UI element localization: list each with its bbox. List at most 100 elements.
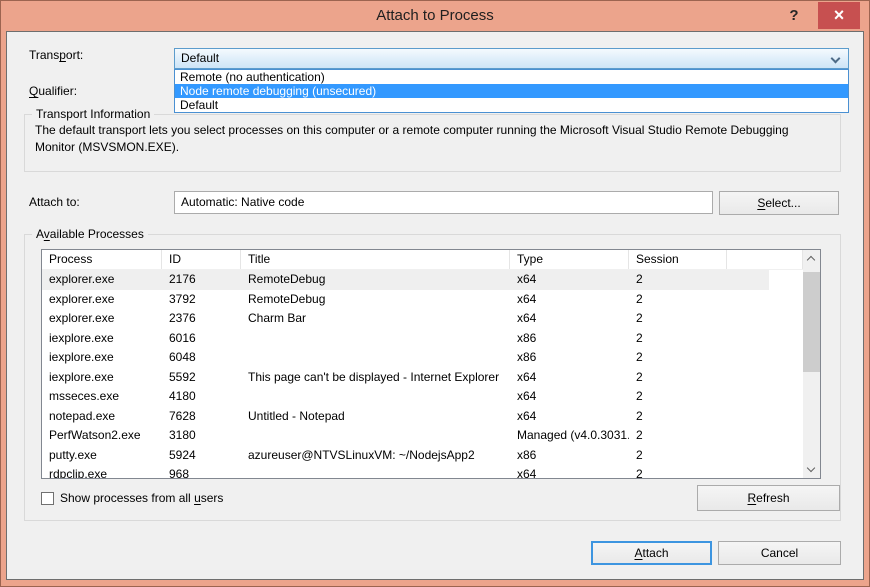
- cancel-button[interactable]: Cancel: [718, 541, 841, 565]
- refresh-button[interactable]: Refresh: [697, 485, 840, 511]
- attach-to-process-dialog: Attach to Process ? × Transport: Default…: [0, 0, 870, 587]
- dropdown-option[interactable]: Remote (no authentication): [175, 70, 848, 84]
- table-row[interactable]: notepad.exe7628Untitled - Notepadx642: [42, 407, 769, 427]
- cell-process: explorer.exe: [42, 290, 162, 309]
- cell-process: PerfWatson2.exe: [42, 426, 162, 445]
- process-table-header: ProcessIDTitleTypeSession: [42, 250, 803, 270]
- transport-information-group: Transport Information The default transp…: [24, 114, 841, 172]
- dialog-title: Attach to Process: [1, 1, 869, 31]
- cell-id: 968: [162, 465, 241, 478]
- cell-id: 6016: [162, 329, 241, 348]
- cell-process: iexplore.exe: [42, 348, 162, 367]
- help-button[interactable]: ?: [781, 1, 807, 30]
- table-row[interactable]: putty.exe5924azureuser@NTVSLinuxVM: ~/No…: [42, 446, 769, 466]
- cell-process: iexplore.exe: [42, 329, 162, 348]
- dropdown-option[interactable]: Default: [175, 98, 848, 112]
- cell-session: 2: [629, 348, 727, 367]
- cell-process: iexplore.exe: [42, 368, 162, 387]
- cell-session: 2: [629, 407, 727, 426]
- table-row[interactable]: rdpclip.exe968 x642: [42, 465, 769, 478]
- select-button[interactable]: Select...: [719, 191, 839, 215]
- cell-process: explorer.exe: [42, 309, 162, 328]
- scrollbar-thumb[interactable]: [803, 272, 820, 372]
- process-list: ProcessIDTitleTypeSession explorer.exe21…: [41, 249, 821, 479]
- cell-process: notepad.exe: [42, 407, 162, 426]
- dropdown-option[interactable]: Node remote debugging (unsecured): [175, 84, 848, 98]
- cell-type: x64: [510, 465, 629, 478]
- transport-combobox-value: Default: [181, 49, 219, 68]
- cell-id: 5924: [162, 446, 241, 465]
- cell-id: 6048: [162, 348, 241, 367]
- attach-to-label: Attach to:: [29, 195, 80, 209]
- cell-process: rdpclip.exe: [42, 465, 162, 478]
- table-row[interactable]: iexplore.exe6016 x862: [42, 329, 769, 349]
- chevron-down-icon: [831, 54, 841, 64]
- cell-title: Untitled - Notepad: [241, 407, 510, 426]
- attach-button[interactable]: Attach: [591, 541, 712, 565]
- dialog-client-area: Transport: Default Remote (no authentica…: [6, 31, 864, 580]
- cell-session: 2: [629, 426, 727, 445]
- scrollbar-up-icon[interactable]: [803, 250, 820, 267]
- column-header-filler: [727, 250, 803, 269]
- help-icon: ?: [789, 7, 798, 24]
- cell-session: 2: [629, 329, 727, 348]
- attach-to-value: Automatic: Native code: [181, 195, 304, 209]
- cell-id: 4180: [162, 387, 241, 406]
- cell-type: Managed (v4.0.3031...: [510, 426, 629, 445]
- cell-type: x86: [510, 348, 629, 367]
- table-row[interactable]: iexplore.exe5592This page can't be displ…: [42, 368, 769, 388]
- cell-id: 5592: [162, 368, 241, 387]
- table-row[interactable]: explorer.exe2376Charm Barx642: [42, 309, 769, 329]
- cell-id: 7628: [162, 407, 241, 426]
- cell-id: 2376: [162, 309, 241, 328]
- cell-session: 2: [629, 309, 727, 328]
- transport-information-text-line1: The default transport lets you select pr…: [35, 122, 830, 139]
- transport-label: Transport:: [29, 48, 83, 62]
- vertical-scrollbar[interactable]: [803, 250, 820, 478]
- cell-title: This page can't be displayed - Internet …: [241, 368, 510, 387]
- transport-combobox[interactable]: Default: [174, 48, 849, 69]
- scrollbar-down-icon[interactable]: [803, 461, 820, 478]
- cell-type: x64: [510, 387, 629, 406]
- cell-type: x64: [510, 368, 629, 387]
- transport-information-title: Transport Information: [32, 107, 154, 121]
- cell-session: 2: [629, 465, 727, 478]
- column-header-id[interactable]: ID: [162, 250, 241, 269]
- show-all-users-checkbox[interactable]: [41, 492, 54, 505]
- table-row[interactable]: msseces.exe4180 x642: [42, 387, 769, 407]
- cell-title: azureuser@NTVSLinuxVM: ~/NodejsApp2: [241, 446, 510, 465]
- cell-session: 2: [629, 290, 727, 309]
- cell-session: 2: [629, 270, 727, 289]
- table-row[interactable]: iexplore.exe6048 x862: [42, 348, 769, 368]
- column-header-process[interactable]: Process: [42, 250, 162, 269]
- close-button[interactable]: ×: [818, 2, 860, 29]
- column-header-session[interactable]: Session: [629, 250, 727, 269]
- titlebar[interactable]: Attach to Process ? ×: [1, 1, 869, 31]
- available-processes-title: Available Processes: [32, 227, 148, 241]
- cell-session: 2: [629, 368, 727, 387]
- process-table-body: explorer.exe2176RemoteDebugx642explorer.…: [42, 270, 803, 478]
- close-icon: ×: [834, 5, 845, 25]
- cell-id: 2176: [162, 270, 241, 289]
- cell-process: msseces.exe: [42, 387, 162, 406]
- cell-id: 3792: [162, 290, 241, 309]
- column-header-type[interactable]: Type: [510, 250, 629, 269]
- cell-type: x64: [510, 270, 629, 289]
- table-row[interactable]: PerfWatson2.exe3180Managed (v4.0.3031...…: [42, 426, 769, 446]
- cell-title: RemoteDebug: [241, 270, 510, 289]
- cell-type: x64: [510, 309, 629, 328]
- table-row[interactable]: explorer.exe2176RemoteDebugx642: [42, 270, 769, 290]
- cell-process: putty.exe: [42, 446, 162, 465]
- transport-dropdown: Remote (no authentication)Node remote de…: [174, 69, 849, 113]
- cell-type: x64: [510, 290, 629, 309]
- column-header-title[interactable]: Title: [241, 250, 510, 269]
- table-row[interactable]: explorer.exe3792RemoteDebugx642: [42, 290, 769, 310]
- cell-title: Charm Bar: [241, 309, 510, 328]
- cell-title: RemoteDebug: [241, 290, 510, 309]
- cell-type: x86: [510, 329, 629, 348]
- cell-session: 2: [629, 387, 727, 406]
- attach-to-field[interactable]: Automatic: Native code: [174, 191, 713, 214]
- transport-information-text-line2: Monitor (MSVSMON.EXE).: [35, 139, 830, 156]
- show-all-users-label[interactable]: Show processes from all users: [60, 491, 223, 505]
- cell-type: x86: [510, 446, 629, 465]
